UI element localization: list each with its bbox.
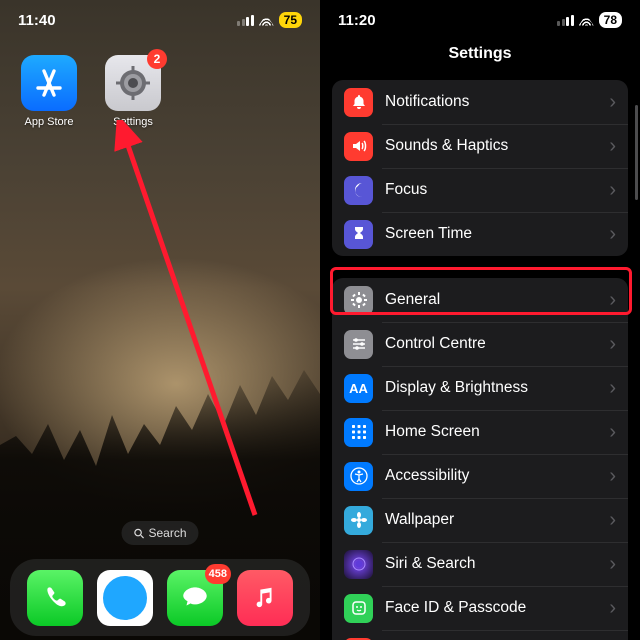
dock-messages[interactable]: 458 bbox=[167, 570, 223, 626]
status-bar: 11:20 78 bbox=[320, 0, 640, 40]
cellular-signal-icon bbox=[557, 15, 574, 26]
settings-row-face-id-passcode[interactable]: Face ID & Passcode› bbox=[332, 586, 628, 630]
row-label: Screen Time bbox=[385, 225, 609, 243]
row-label: Siri & Search bbox=[385, 555, 609, 573]
wifi-icon bbox=[579, 15, 594, 26]
dock-music[interactable] bbox=[237, 570, 293, 626]
status-time: 11:40 bbox=[18, 12, 56, 29]
chevron-right-icon: › bbox=[609, 135, 616, 158]
chevron-right-icon: › bbox=[609, 421, 616, 444]
row-label: Notifications bbox=[385, 93, 609, 111]
settings-row-emergency-sos[interactable]: SOSEmergency SOS› bbox=[332, 630, 628, 640]
settings-screen: 11:20 78 Settings Notifications›Sounds &… bbox=[320, 0, 640, 640]
search-label: Search bbox=[148, 526, 186, 540]
settings-row-display-brightness[interactable]: AA Display & Brightness› bbox=[332, 366, 628, 410]
chevron-right-icon: › bbox=[609, 91, 616, 114]
app-settings[interactable]: 2 Settings bbox=[103, 55, 163, 128]
search-icon bbox=[133, 528, 144, 539]
app-label: App Store bbox=[25, 116, 74, 128]
battery-indicator: 75 bbox=[279, 12, 302, 28]
appstore-icon bbox=[21, 55, 77, 111]
dock: 458 bbox=[10, 559, 310, 636]
dock-safari[interactable] bbox=[97, 570, 153, 626]
settings-row-control-centre[interactable]: Control Centre› bbox=[332, 322, 628, 366]
settings-row-home-screen[interactable]: Home Screen› bbox=[332, 410, 628, 454]
settings-group: General›Control Centre›AADisplay & Brigh… bbox=[332, 278, 628, 640]
flower-icon bbox=[344, 506, 373, 535]
speaker-icon bbox=[344, 132, 373, 161]
chevron-right-icon: › bbox=[609, 597, 616, 620]
row-label: Display & Brightness bbox=[385, 379, 609, 397]
page-title: Settings bbox=[320, 45, 640, 63]
settings-row-general[interactable]: General› bbox=[332, 278, 628, 322]
row-label: Focus bbox=[385, 181, 609, 199]
aa-icon: AA bbox=[344, 374, 373, 403]
messages-badge: 458 bbox=[205, 564, 231, 584]
settings-row-siri-search[interactable]: Siri & Search› bbox=[332, 542, 628, 586]
settings-row-notifications[interactable]: Notifications› bbox=[332, 80, 628, 124]
row-label: General bbox=[385, 291, 609, 309]
settings-badge: 2 bbox=[147, 49, 167, 69]
grid-icon bbox=[344, 418, 373, 447]
settings-row-sounds-haptics[interactable]: Sounds & Haptics› bbox=[332, 124, 628, 168]
battery-indicator: 78 bbox=[599, 12, 622, 28]
chevron-right-icon: › bbox=[609, 179, 616, 202]
moon-icon bbox=[344, 176, 373, 205]
row-label: Control Centre bbox=[385, 335, 609, 353]
access-icon bbox=[344, 462, 373, 491]
siri-icon bbox=[344, 550, 373, 579]
wifi-icon bbox=[259, 15, 274, 26]
dock-phone[interactable] bbox=[27, 570, 83, 626]
settings-row-focus[interactable]: Focus› bbox=[332, 168, 628, 212]
chevron-right-icon: › bbox=[609, 333, 616, 356]
gear-icon bbox=[344, 286, 373, 315]
settings-list: Notifications›Sounds & Haptics›Focus›Scr… bbox=[332, 80, 640, 640]
settings-icon: 2 bbox=[105, 55, 161, 111]
settings-row-wallpaper[interactable]: Wallpaper› bbox=[332, 498, 628, 542]
face-icon bbox=[344, 594, 373, 623]
row-label: Wallpaper bbox=[385, 511, 609, 529]
bell-icon bbox=[344, 88, 373, 117]
hourglass-icon bbox=[344, 220, 373, 249]
settings-group: Notifications›Sounds & Haptics›Focus›Scr… bbox=[332, 80, 628, 256]
chevron-right-icon: › bbox=[609, 553, 616, 576]
home-screen: 11:40 75 App Store 2 Settings Search bbox=[0, 0, 320, 640]
app-label: Settings bbox=[113, 116, 153, 128]
chevron-right-icon: › bbox=[609, 223, 616, 246]
chevron-right-icon: › bbox=[609, 377, 616, 400]
row-label: Home Screen bbox=[385, 423, 609, 441]
status-time: 11:20 bbox=[338, 12, 376, 29]
row-label: Accessibility bbox=[385, 467, 609, 485]
settings-row-screen-time[interactable]: Screen Time› bbox=[332, 212, 628, 256]
chevron-right-icon: › bbox=[609, 289, 616, 312]
row-label: Sounds & Haptics bbox=[385, 137, 609, 155]
row-label: Face ID & Passcode bbox=[385, 599, 609, 617]
spotlight-search[interactable]: Search bbox=[121, 521, 198, 545]
status-bar: 11:40 75 bbox=[0, 0, 320, 40]
chevron-right-icon: › bbox=[609, 509, 616, 532]
app-appstore[interactable]: App Store bbox=[19, 55, 79, 128]
cellular-signal-icon bbox=[237, 15, 254, 26]
chevron-right-icon: › bbox=[609, 465, 616, 488]
sliders-icon bbox=[344, 330, 373, 359]
settings-row-accessibility[interactable]: Accessibility› bbox=[332, 454, 628, 498]
